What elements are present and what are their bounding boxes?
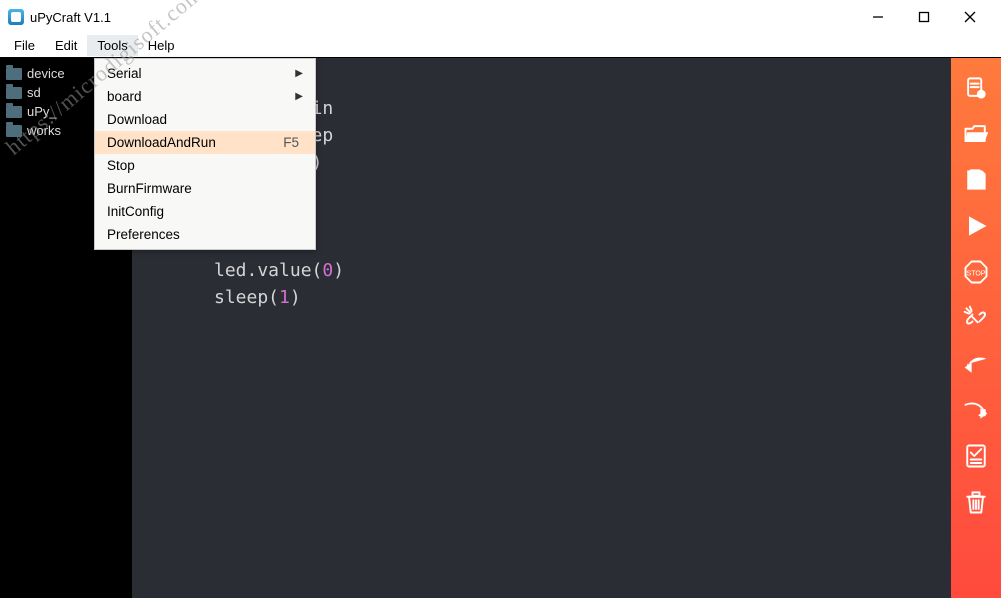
stop-button[interactable]: STOP xyxy=(960,256,992,288)
app-title: uPyCraft V1.1 xyxy=(30,10,111,25)
menubar: File Edit Tools Help xyxy=(0,34,1001,58)
shortcut-label: F5 xyxy=(283,135,303,150)
minimize-button[interactable] xyxy=(855,2,901,32)
folder-icon xyxy=(6,125,22,137)
submenu-arrow-icon: ▶ xyxy=(295,68,303,79)
menu-edit[interactable]: Edit xyxy=(45,35,87,56)
undo-button[interactable] xyxy=(960,348,992,380)
folder-icon xyxy=(6,87,22,99)
syntax-check-button[interactable] xyxy=(960,440,992,472)
save-button[interactable] xyxy=(960,164,992,196)
tools-download-and-run[interactable]: DownloadAndRunF5 xyxy=(95,131,315,154)
maximize-button[interactable] xyxy=(901,2,947,32)
titlebar: uPyCraft V1.1 xyxy=(0,0,1001,34)
submenu-arrow-icon: ▶ xyxy=(295,91,303,102)
menu-tools[interactable]: Tools xyxy=(87,35,137,56)
folder-icon xyxy=(6,68,22,80)
new-file-button[interactable] xyxy=(960,72,992,104)
tools-board[interactable]: board▶ xyxy=(95,85,315,108)
tools-init-config[interactable]: InitConfig xyxy=(95,200,315,223)
tools-burn-firmware[interactable]: BurnFirmware xyxy=(95,177,315,200)
folder-icon xyxy=(6,106,22,118)
right-toolbar: STOP xyxy=(951,58,1001,598)
tools-dropdown: Serial▶ board▶ Download DownloadAndRunF5… xyxy=(94,58,316,250)
tools-serial[interactable]: Serial▶ xyxy=(95,62,315,85)
app-icon xyxy=(8,9,24,25)
tools-stop[interactable]: Stop xyxy=(95,154,315,177)
window-controls xyxy=(855,2,993,32)
svg-text:STOP: STOP xyxy=(967,271,986,278)
connect-button[interactable] xyxy=(960,302,992,334)
open-file-button[interactable] xyxy=(960,118,992,150)
tools-download[interactable]: Download xyxy=(95,108,315,131)
redo-button[interactable] xyxy=(960,394,992,426)
clear-button[interactable] xyxy=(960,486,992,518)
run-button[interactable] xyxy=(960,210,992,242)
tools-preferences[interactable]: Preferences xyxy=(95,223,315,246)
menu-file[interactable]: File xyxy=(4,35,45,56)
menu-help[interactable]: Help xyxy=(138,35,185,56)
close-button[interactable] xyxy=(947,2,993,32)
